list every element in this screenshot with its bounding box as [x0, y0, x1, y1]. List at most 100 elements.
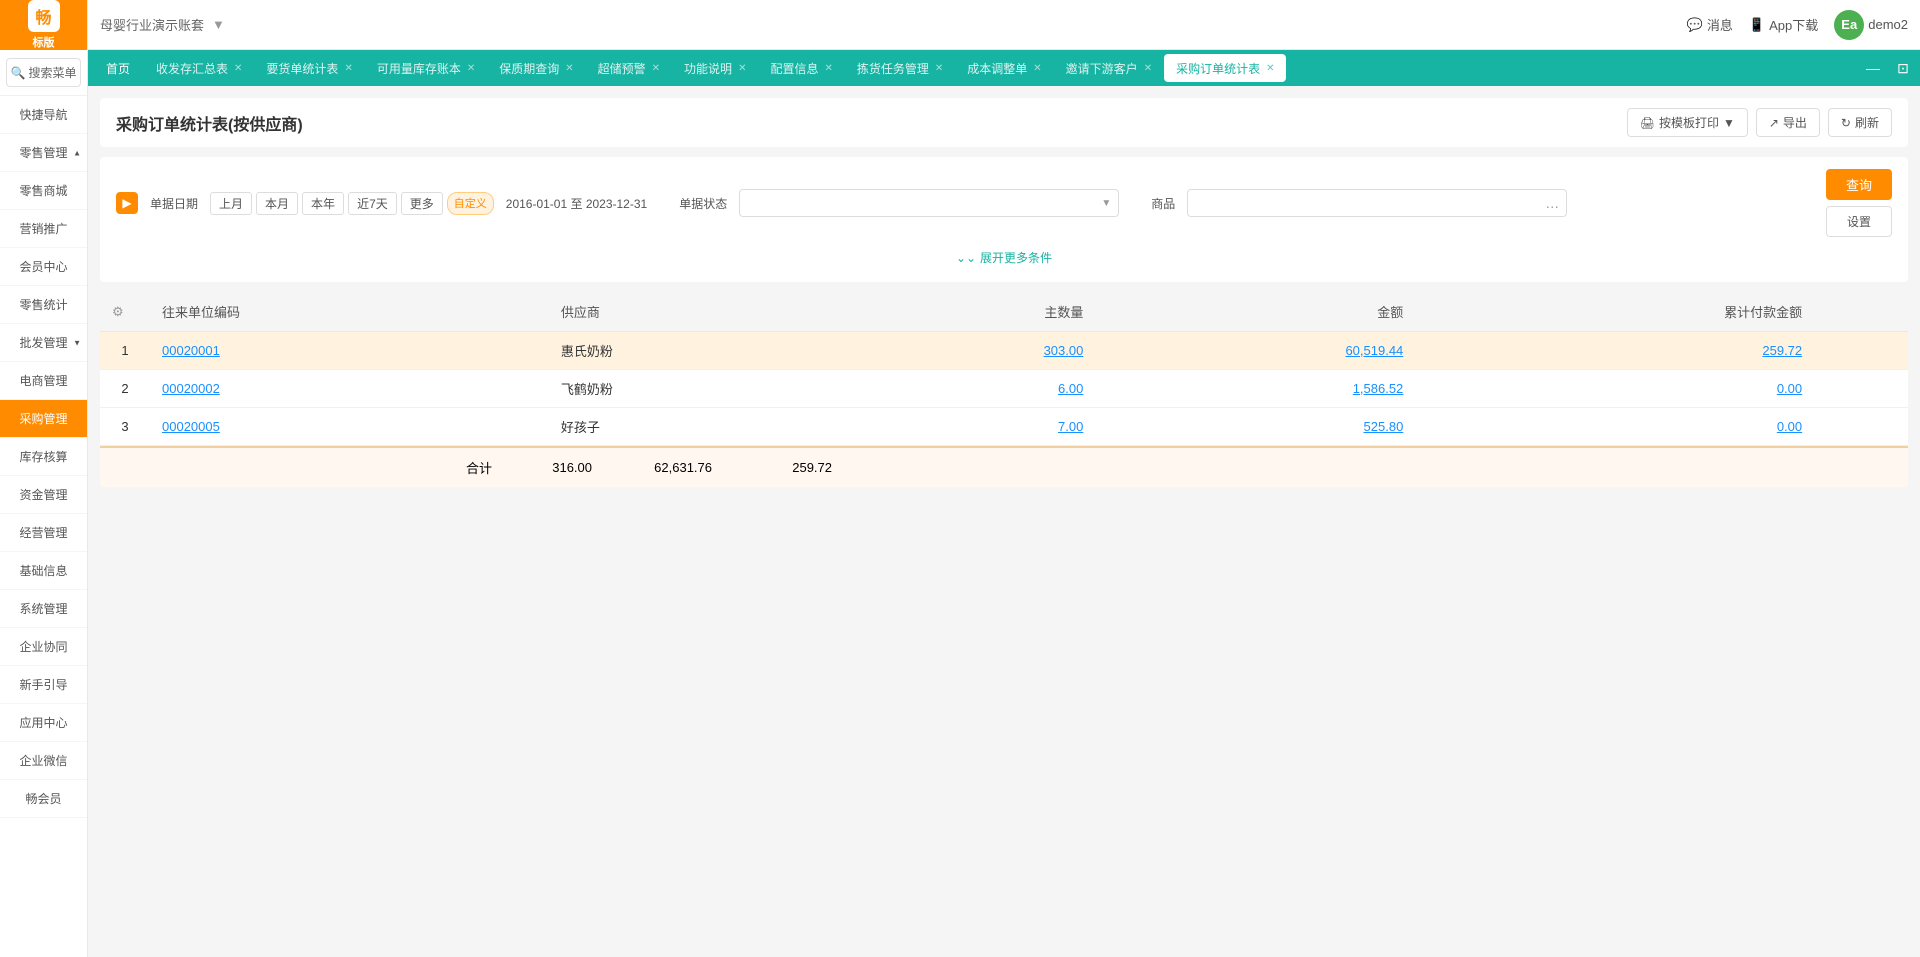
tab-inventory-ledger[interactable]: 可用量库存账本 ✕: [365, 54, 487, 82]
row-1-no: 1: [100, 332, 150, 370]
sidebar-item-member-center[interactable]: 会员中心: [0, 248, 87, 286]
tab-pick-task-close[interactable]: ✕: [935, 63, 943, 74]
app-center-label: 应用中心: [19, 716, 67, 730]
this-year-button[interactable]: 本年: [302, 192, 344, 215]
footer-qty: 316.00: [512, 460, 612, 475]
sidebar-item-retail-mgmt[interactable]: 零售管理: [0, 134, 87, 172]
row-3-qty-link[interactable]: 7.00: [1058, 419, 1083, 434]
tab-invite-downstream[interactable]: 邀请下游客户 ✕: [1054, 54, 1164, 82]
product-input[interactable]: [1187, 189, 1567, 217]
app-download-button[interactable]: 📱 App下载: [1749, 15, 1818, 34]
tab-maximize-button[interactable]: ⊡: [1890, 55, 1916, 81]
refresh-button[interactable]: ↻ 刷新: [1828, 108, 1892, 137]
tab-bar: 首页 收发存汇总表 ✕ 要货单统计表 ✕ 可用量库存账本 ✕ 保质期查询 ✕ 超…: [88, 50, 1920, 86]
row-2-code-link[interactable]: 00020002: [162, 381, 220, 396]
wholesale-mgmt-label: 批发管理: [19, 336, 67, 350]
tab-invite-downstream-close[interactable]: ✕: [1144, 63, 1152, 74]
settings-button[interactable]: 设置: [1826, 206, 1892, 237]
sidebar-item-finance-mgmt[interactable]: 资金管理: [0, 476, 87, 514]
tab-config-info-close[interactable]: ✕: [824, 63, 832, 74]
message-button[interactable]: 💬 消息: [1687, 15, 1733, 34]
7days-button[interactable]: 近7天: [348, 192, 397, 215]
print-button-label: 按模板打印: [1659, 114, 1719, 131]
last-month-button[interactable]: 上月: [210, 192, 252, 215]
expand-more-label: 展开更多条件: [980, 249, 1052, 266]
sidebar-item-enterprise-collab[interactable]: 企业协同: [0, 628, 87, 666]
tab-purchase-summary[interactable]: 采购订单统计表 ✕: [1164, 54, 1286, 82]
sidebar-item-basic-info[interactable]: 基础信息: [0, 552, 87, 590]
sidebar-item-retail-store[interactable]: 零售商城: [0, 172, 87, 210]
tab-order-summary[interactable]: 要货单统计表 ✕: [254, 54, 364, 82]
tab-order-summary-close[interactable]: ✕: [344, 63, 352, 74]
chevron-right-icon: ▶: [122, 196, 131, 210]
row-1-paid-link[interactable]: 259.72: [1762, 343, 1802, 358]
sidebar-item-ecommerce-mgmt[interactable]: 电商管理: [0, 362, 87, 400]
sidebar: 畅 标版 🔍 搜索菜单 快捷导航 零售管理 零售商城 营销推广 会员中心 零售统…: [0, 0, 88, 957]
row-1-paid: 259.72: [1415, 332, 1814, 370]
row-1-amount-link[interactable]: 60,519.44: [1345, 343, 1403, 358]
tab-overstock-warning-close[interactable]: ✕: [652, 63, 660, 74]
tab-function-desc[interactable]: 功能说明 ✕: [672, 54, 758, 82]
sidebar-item-new-guide[interactable]: 新手引导: [0, 666, 87, 704]
print-button[interactable]: 🖨 按模板打印 ▼: [1627, 108, 1748, 137]
user-profile[interactable]: Ea demo2: [1834, 10, 1908, 40]
sidebar-item-retail-stats[interactable]: 零售统计: [0, 286, 87, 324]
col-amount-label: 金额: [1377, 305, 1403, 320]
breadcrumb-dropdown-icon[interactable]: ▼: [212, 17, 225, 32]
sidebar-item-shortcut[interactable]: 快捷导航: [0, 96, 87, 134]
tab-receive-summary-close[interactable]: ✕: [234, 63, 242, 74]
refresh-icon: ↻: [1841, 116, 1851, 130]
sidebar-item-enterprise-wechat[interactable]: 企业微信: [0, 742, 87, 780]
row-3-qty: 7.00: [846, 408, 1095, 446]
status-select[interactable]: [739, 189, 1119, 217]
tab-invite-downstream-label: 邀请下游客户: [1066, 60, 1138, 77]
more-date-button[interactable]: 更多: [401, 192, 443, 215]
tab-pick-task[interactable]: 拣货任务管理 ✕: [845, 54, 955, 82]
sidebar-item-vip-member[interactable]: 畅会员: [0, 780, 87, 818]
tab-overstock-warning[interactable]: 超储预警 ✕: [586, 54, 672, 82]
search-menu-button[interactable]: 🔍 搜索菜单: [6, 58, 81, 87]
row-2-amount-link[interactable]: 1,586.52: [1353, 381, 1404, 396]
sidebar-item-inventory-check[interactable]: 库存核算: [0, 438, 87, 476]
expand-more-button[interactable]: ⌄⌄ 展开更多条件: [956, 245, 1052, 270]
tab-config-info[interactable]: 配置信息 ✕: [758, 54, 844, 82]
filter-toggle-button[interactable]: ▶: [116, 192, 138, 214]
sidebar-item-system-mgmt[interactable]: 系统管理: [0, 590, 87, 628]
table-settings-icon[interactable]: ⚙: [112, 304, 124, 319]
tab-purchase-summary-close[interactable]: ✕: [1266, 63, 1274, 74]
table-row: 3 00020005 好孩子 7.00 525.80: [100, 408, 1908, 446]
sidebar-item-operation-mgmt[interactable]: 经营管理: [0, 514, 87, 552]
row-1-qty: 303.00: [846, 332, 1095, 370]
tab-function-desc-close[interactable]: ✕: [738, 63, 746, 74]
sidebar-item-marketing[interactable]: 营销推广: [0, 210, 87, 248]
row-3-amount-link[interactable]: 525.80: [1364, 419, 1404, 434]
tab-cost-adjust[interactable]: 成本调整单 ✕: [955, 54, 1053, 82]
sidebar-item-wholesale-mgmt[interactable]: 批发管理: [0, 324, 87, 362]
table-footer: 合计 316.00 62,631.76 259.72: [100, 446, 1908, 487]
footer-qty-value: 316.00: [552, 460, 592, 475]
tab-home[interactable]: 首页: [92, 54, 144, 82]
row-3-code-link[interactable]: 00020005: [162, 419, 220, 434]
sidebar-item-app-center[interactable]: 应用中心: [0, 704, 87, 742]
row-2-qty-link[interactable]: 6.00: [1058, 381, 1083, 396]
sidebar-item-purchase-mgmt[interactable]: 采购管理: [0, 400, 87, 438]
app-logo: 畅 标版: [0, 0, 87, 50]
row-1-qty-link[interactable]: 303.00: [1044, 343, 1084, 358]
tab-warranty-query[interactable]: 保质期查询 ✕: [487, 54, 585, 82]
enterprise-wechat-label: 企业微信: [19, 754, 67, 768]
row-2-supplier: 飞鹤奶粉: [549, 370, 846, 408]
custom-date-badge[interactable]: 自定义: [447, 192, 494, 215]
tab-inventory-ledger-close[interactable]: ✕: [467, 63, 475, 74]
row-2-paid-link[interactable]: 0.00: [1777, 381, 1802, 396]
product-input-dots[interactable]: …: [1545, 195, 1559, 211]
row-1-code-link[interactable]: 00020001: [162, 343, 220, 358]
tab-receive-summary[interactable]: 收发存汇总表 ✕: [144, 54, 254, 82]
tab-minimize-button[interactable]: —: [1860, 55, 1886, 81]
row-3-paid-link[interactable]: 0.00: [1777, 419, 1802, 434]
query-button[interactable]: 查询: [1826, 169, 1892, 200]
tab-warranty-query-close[interactable]: ✕: [565, 63, 573, 74]
this-month-button[interactable]: 本月: [256, 192, 298, 215]
export-button[interactable]: ↗ 导出: [1756, 108, 1820, 137]
user-name: demo2: [1868, 17, 1908, 32]
tab-cost-adjust-close[interactable]: ✕: [1033, 63, 1041, 74]
